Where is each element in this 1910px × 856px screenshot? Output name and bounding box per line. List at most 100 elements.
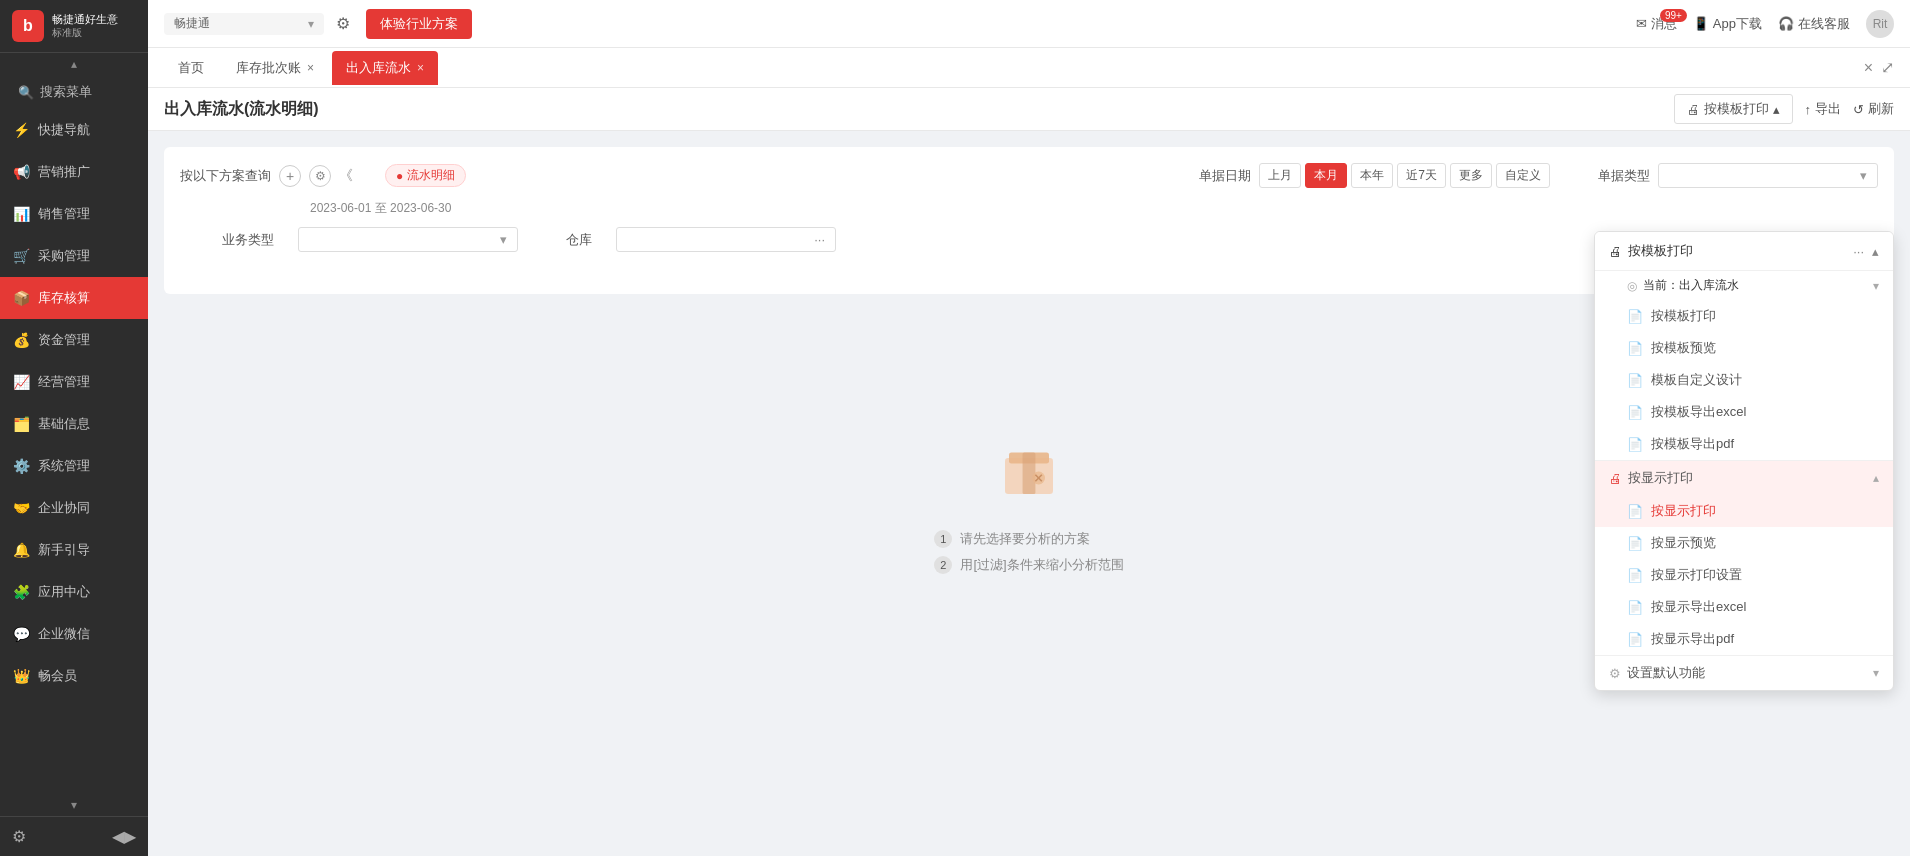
date-btn-group: 上月本月本年近7天更多自定义 bbox=[1259, 163, 1550, 188]
tab-close-all-btn[interactable]: × bbox=[1864, 58, 1873, 77]
dropdown-chevron-up-icon[interactable]: ▴ bbox=[1872, 244, 1879, 259]
tab-close-icon[interactable]: × bbox=[417, 61, 424, 75]
user-name: Rit bbox=[1873, 17, 1888, 31]
dropdown-title-text: 按模板打印 bbox=[1628, 242, 1693, 260]
date-btn-last_month[interactable]: 上月 bbox=[1259, 163, 1301, 188]
brand-name: 畅捷通好生意 bbox=[52, 12, 118, 26]
date-range-text: 2023-06-01 至 2023-06-30 bbox=[310, 201, 451, 215]
coop-nav-icon: 🤝 bbox=[12, 499, 30, 517]
sidebar-item-inventory[interactable]: 📦 库存核算 bbox=[0, 277, 148, 319]
sidebar-item-guide[interactable]: 🔔 新手引导 bbox=[0, 529, 148, 571]
topbar-gear-icon[interactable]: ⚙ bbox=[336, 14, 350, 33]
filter-add-btn[interactable]: + bbox=[279, 165, 301, 187]
topbar-chevron-icon[interactable]: ▾ bbox=[308, 17, 314, 31]
dropdown-item-display-export-excel[interactable]: 📄按显示导出excel bbox=[1595, 591, 1893, 623]
refresh-btn[interactable]: ↺ 刷新 bbox=[1853, 100, 1894, 118]
tab-expand-btn[interactable]: ⤢ bbox=[1881, 58, 1894, 77]
dropdown-item-template-customize[interactable]: 📄模板自定义设计 bbox=[1595, 364, 1893, 396]
dropdown-more-icon[interactable]: ··· bbox=[1853, 244, 1864, 259]
tab-inout-flow[interactable]: 出入库流水× bbox=[332, 51, 438, 85]
voucher-type-select[interactable]: ▾ bbox=[1658, 163, 1878, 188]
date-label: 单据日期 bbox=[1199, 167, 1251, 185]
sidebar-item-purchase[interactable]: 🛒 采购管理 bbox=[0, 235, 148, 277]
sidebar-item-wechat[interactable]: 💬 企业微信 bbox=[0, 613, 148, 655]
sidebar-item-label: 系统管理 bbox=[38, 457, 90, 475]
finance-nav-icon: 💰 bbox=[12, 331, 30, 349]
print-template-btn[interactable]: 🖨 按模板打印 ▴ bbox=[1674, 94, 1793, 124]
sidebar-item-finance[interactable]: 💰 资金管理 bbox=[0, 319, 148, 361]
tab-inventory-batch[interactable]: 库存批次账× bbox=[222, 51, 328, 85]
app-download-btn[interactable]: 📱 App下载 bbox=[1693, 15, 1762, 33]
dropdown-item-icon: 📄 bbox=[1627, 504, 1643, 519]
sidebar-item-quick-nav[interactable]: ⚡ 快捷导航 bbox=[0, 109, 148, 151]
dropdown-item-display-export-pdf[interactable]: 📄按显示导出pdf bbox=[1595, 623, 1893, 655]
voucher-type-label: 单据类型 bbox=[1598, 167, 1650, 185]
topbar-search-wrap[interactable]: ▾ bbox=[164, 13, 324, 35]
basics-nav-icon: 🗂️ bbox=[12, 415, 30, 433]
date-btn-custom[interactable]: 自定义 bbox=[1496, 163, 1550, 188]
sidebar-item-sales[interactable]: 📊 销售管理 bbox=[0, 193, 148, 235]
sidebar-item-coop[interactable]: 🤝 企业协同 bbox=[0, 487, 148, 529]
sidebar-item-apps[interactable]: 🧩 应用中心 bbox=[0, 571, 148, 613]
business-type-select[interactable]: ▾ bbox=[298, 227, 518, 252]
tab-close-icon[interactable]: × bbox=[307, 61, 314, 75]
date-filter: 单据日期 上月本月本年近7天更多自定义 bbox=[1199, 163, 1550, 188]
quick-nav-icon: ⚡ bbox=[12, 121, 30, 139]
export-icon: ↑ bbox=[1805, 102, 1812, 117]
filter-collapse-icon[interactable]: 《 bbox=[339, 167, 353, 185]
guide-nav-icon: 🔔 bbox=[12, 541, 30, 559]
dropdown-item-template-preview[interactable]: 📄 按模板预览 bbox=[1595, 332, 1893, 364]
dropdown-print-icon: 🖨 bbox=[1609, 244, 1622, 259]
voucher-type-filter: 单据类型 ▾ bbox=[1598, 163, 1878, 188]
app-logo-icon: b bbox=[12, 10, 44, 42]
dropdown-display-section[interactable]: 🖨 按显示打印 ▴ bbox=[1595, 460, 1893, 495]
dropdown-display-items: 📄按显示打印📄按显示预览📄按显示打印设置📄按显示导出excel📄按显示导出pdf bbox=[1595, 495, 1893, 655]
topbar-search-input[interactable] bbox=[174, 17, 304, 31]
dropdown-item-display-preview[interactable]: 📄按显示预览 bbox=[1595, 527, 1893, 559]
filter-chip-flow[interactable]: ● 流水明细 bbox=[385, 164, 466, 187]
sidebar-item-basics[interactable]: 🗂️ 基础信息 bbox=[0, 403, 148, 445]
dropdown-item-label: 按模板预览 bbox=[1651, 339, 1716, 357]
dropdown-item-template-print[interactable]: 📄按模板打印 bbox=[1595, 300, 1893, 332]
customer-service-btn[interactable]: 🎧 在线客服 bbox=[1778, 15, 1850, 33]
tab-home[interactable]: 首页 bbox=[164, 51, 218, 85]
dropdown-item-label: 按显示打印设置 bbox=[1651, 566, 1742, 584]
warehouse-more-icon[interactable]: ··· bbox=[814, 232, 825, 247]
sidebar-scroll-up[interactable]: ▴ bbox=[0, 53, 148, 75]
dropdown-item-label: 按模板导出pdf bbox=[1651, 435, 1734, 453]
export-btn[interactable]: ↑ 导出 bbox=[1805, 100, 1842, 118]
sales-nav-icon: 📊 bbox=[12, 205, 30, 223]
sidebar-search-item[interactable]: 🔍 搜索菜单 bbox=[0, 75, 148, 109]
date-btn-more[interactable]: 更多 bbox=[1450, 163, 1492, 188]
sidebar-item-marketing[interactable]: 📢 营销推广 bbox=[0, 151, 148, 193]
dropdown-footer[interactable]: ⚙ 设置默认功能 ▾ bbox=[1595, 655, 1893, 690]
dropdown-item-display-print[interactable]: 📄按显示打印 bbox=[1595, 495, 1893, 527]
dropdown-item-display-print-settings[interactable]: 📄按显示打印设置 bbox=[1595, 559, 1893, 591]
user-avatar[interactable]: Rit bbox=[1866, 10, 1894, 38]
filter-setting-btn[interactable]: ⚙ bbox=[309, 165, 331, 187]
settings-icon[interactable]: ⚙ bbox=[12, 827, 26, 846]
step-1-num: 1 bbox=[934, 530, 952, 548]
customer-service-label: 在线客服 bbox=[1798, 15, 1850, 33]
dropdown-current-item[interactable]: ◎ 当前：出入库流水 ▾ bbox=[1595, 271, 1893, 300]
sidebar-scroll-down[interactable]: ▾ bbox=[0, 794, 148, 816]
date-btn-last_7_days[interactable]: 近7天 bbox=[1397, 163, 1446, 188]
trial-btn[interactable]: 体验行业方案 bbox=[366, 9, 472, 39]
dropdown-current-icon: ◎ bbox=[1627, 279, 1637, 293]
dropdown-item-icon: 📄 bbox=[1627, 341, 1643, 356]
topbar-right: ✉ 消息 99+ 📱 App下载 🎧 在线客服 Rit bbox=[1636, 10, 1894, 38]
refresh-label: 刷新 bbox=[1868, 100, 1894, 118]
search-icon: 🔍 bbox=[18, 85, 34, 100]
message-btn[interactable]: ✉ 消息 99+ bbox=[1636, 15, 1677, 33]
dropdown-item-template-export-excel[interactable]: 📄按模板导出excel bbox=[1595, 396, 1893, 428]
empty-steps: 1 请先选择要分析的方案 2 用[过滤]条件来缩小分析范围 bbox=[934, 530, 1123, 574]
warehouse-input[interactable]: ··· bbox=[616, 227, 836, 252]
date-btn-current_year[interactable]: 本年 bbox=[1351, 163, 1393, 188]
sidebar-item-system[interactable]: ⚙️ 系统管理 bbox=[0, 445, 148, 487]
sidebar-item-operations[interactable]: 📈 经营管理 bbox=[0, 361, 148, 403]
dropdown-current-chevron: ▾ bbox=[1873, 279, 1879, 293]
sidebar-collapse-icon[interactable]: ◀▶ bbox=[112, 827, 136, 846]
dropdown-item-template-export-pdf[interactable]: 📄按模板导出pdf bbox=[1595, 428, 1893, 460]
date-btn-current_month[interactable]: 本月 bbox=[1305, 163, 1347, 188]
sidebar-item-vip[interactable]: 👑 畅会员 bbox=[0, 655, 148, 697]
